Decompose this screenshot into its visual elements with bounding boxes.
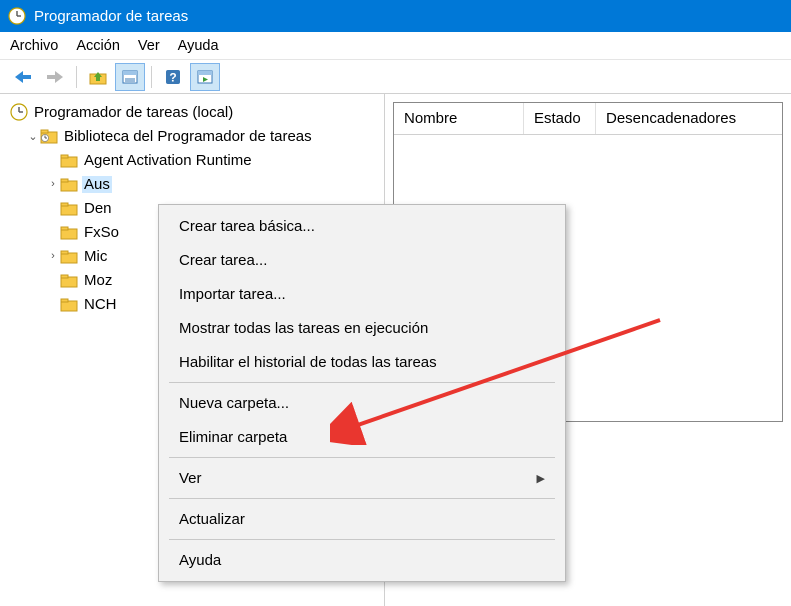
menu-delete-folder[interactable]: Eliminar carpeta xyxy=(161,420,563,454)
tree-item[interactable]: › Aus xyxy=(10,172,378,196)
menu-create-basic-task[interactable]: Crear tarea básica... xyxy=(161,209,563,243)
folder-icon xyxy=(60,199,78,217)
menu-import-task[interactable]: Importar tarea... xyxy=(161,277,563,311)
menubar: Archivo Acción Ver Ayuda xyxy=(0,32,791,60)
menu-help[interactable]: Ayuda xyxy=(178,38,219,54)
tree-item-label: FxSo xyxy=(82,224,121,241)
folder-icon xyxy=(60,271,78,289)
tree-item-label: Mic xyxy=(82,248,109,265)
menu-show-running-tasks[interactable]: Mostrar todas las tareas en ejecución xyxy=(161,311,563,345)
menu-enable-history[interactable]: Habilitar el historial de todas las tare… xyxy=(161,345,563,379)
menu-view[interactable]: Ver xyxy=(138,38,160,54)
expander-icon[interactable]: ⌄ xyxy=(26,130,40,143)
run-button[interactable] xyxy=(190,63,220,91)
task-scheduler-icon xyxy=(8,7,26,25)
tree-library[interactable]: ⌄ Biblioteca del Programador de tareas xyxy=(10,124,378,148)
menu-divider-2 xyxy=(169,457,555,458)
column-name[interactable]: Nombre xyxy=(394,103,524,134)
up-folder-button[interactable] xyxy=(83,63,113,91)
menu-divider-3 xyxy=(169,498,555,499)
tree-library-label: Biblioteca del Programador de tareas xyxy=(62,128,314,145)
folder-icon xyxy=(60,247,78,265)
menu-view[interactable]: Ver▶ xyxy=(161,461,563,495)
context-menu: Crear tarea básica... Crear tarea... Imp… xyxy=(158,204,566,582)
window-title: Programador de tareas xyxy=(34,8,188,25)
tree-root[interactable]: Programador de tareas (local) xyxy=(10,100,378,124)
expander-icon[interactable]: › xyxy=(46,178,60,190)
task-scheduler-icon xyxy=(10,103,28,121)
menu-action[interactable]: Acción xyxy=(76,38,120,54)
help-button[interactable]: ? xyxy=(158,63,188,91)
expander-icon[interactable]: › xyxy=(46,250,60,262)
menu-help[interactable]: Ayuda xyxy=(161,543,563,577)
folder-icon xyxy=(60,151,78,169)
tree-item-label: Den xyxy=(82,200,114,217)
toolbar-separator-2 xyxy=(151,66,152,88)
folder-icon xyxy=(60,295,78,313)
menu-file[interactable]: Archivo xyxy=(10,38,58,54)
tree-item-label: NCH xyxy=(82,296,119,313)
chevron-right-icon: ▶ xyxy=(537,472,545,485)
folder-icon xyxy=(60,175,78,193)
tree-item-label: Moz xyxy=(82,272,114,289)
forward-button[interactable] xyxy=(40,63,70,91)
list-header: Nombre Estado Desencadenadores xyxy=(394,103,782,135)
titlebar: Programador de tareas xyxy=(0,0,791,32)
menu-divider-1 xyxy=(169,382,555,383)
menu-new-folder[interactable]: Nueva carpeta... xyxy=(161,386,563,420)
back-button[interactable] xyxy=(8,63,38,91)
tree-item-label: Aus xyxy=(82,176,112,193)
menu-create-task[interactable]: Crear tarea... xyxy=(161,243,563,277)
menu-refresh[interactable]: Actualizar xyxy=(161,502,563,536)
library-icon xyxy=(40,127,58,145)
properties-button[interactable] xyxy=(115,63,145,91)
toolbar-separator-1 xyxy=(76,66,77,88)
menu-divider-4 xyxy=(169,539,555,540)
tree-root-label: Programador de tareas (local) xyxy=(32,104,235,121)
toolbar: ? xyxy=(0,60,791,94)
column-triggers[interactable]: Desencadenadores xyxy=(596,103,782,134)
tree-item-label: Agent Activation Runtime xyxy=(82,152,254,169)
folder-icon xyxy=(60,223,78,241)
column-state[interactable]: Estado xyxy=(524,103,596,134)
svg-text:?: ? xyxy=(169,70,176,84)
tree-item[interactable]: Agent Activation Runtime xyxy=(10,148,378,172)
